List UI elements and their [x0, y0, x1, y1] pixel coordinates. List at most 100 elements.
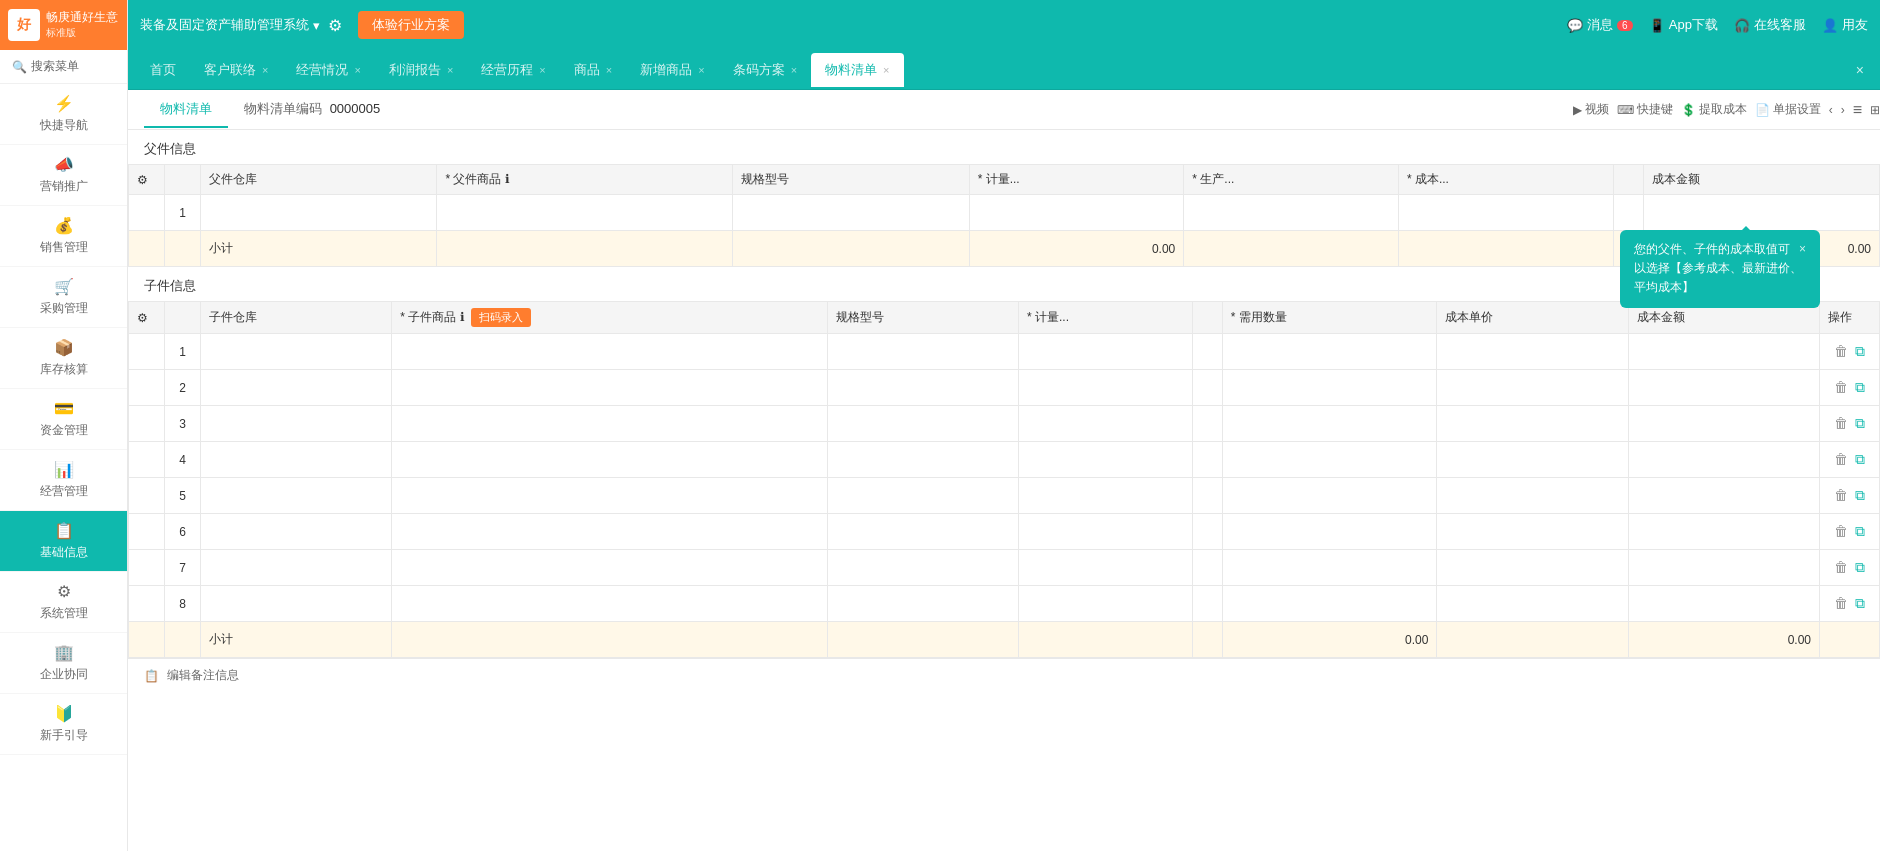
copy-icon-1[interactable]: ⧉ [1855, 343, 1865, 359]
child-row2-goods[interactable] [392, 370, 828, 406]
parent-row1-unit[interactable] [969, 195, 1184, 231]
nav-next-icon[interactable]: › [1841, 103, 1845, 117]
settings-icon[interactable]: ⚙ [328, 16, 342, 35]
child-row3-spec[interactable] [827, 406, 1018, 442]
child-row3-warehouse[interactable] [201, 406, 392, 442]
child-row7-spec[interactable] [827, 550, 1018, 586]
delete-icon-8[interactable]: 🗑 [1834, 595, 1848, 611]
child-row7-qty[interactable] [1222, 550, 1437, 586]
delete-icon-7[interactable]: 🗑 [1834, 559, 1848, 575]
child-row8-unit[interactable] [1019, 586, 1193, 622]
child-row1-price[interactable] [1437, 334, 1628, 370]
sidebar-item-marketing[interactable]: 📣 营销推广 [0, 145, 127, 206]
online-service-item[interactable]: 🎧 在线客服 [1734, 16, 1806, 34]
child-row8-goods[interactable] [392, 586, 828, 622]
tooltip-close-btn[interactable]: × [1799, 240, 1806, 259]
sidebar-search[interactable]: 🔍 搜索菜单 [0, 50, 127, 84]
child-row4-unit[interactable] [1019, 442, 1193, 478]
system-dropdown-icon[interactable]: ▾ [313, 18, 320, 33]
child-row5-spec[interactable] [827, 478, 1018, 514]
child-row2-qty[interactable] [1222, 370, 1437, 406]
app-download-item[interactable]: 📱 App下载 [1649, 16, 1718, 34]
child-row7-price[interactable] [1437, 550, 1628, 586]
single-settings-btn[interactable]: 📄 单据设置 [1755, 101, 1821, 118]
child-row8-qty[interactable] [1222, 586, 1437, 622]
tab-goods-close[interactable]: × [606, 64, 612, 76]
sub-tab-bom-code[interactable]: 物料清单编码 0000005 [228, 92, 396, 128]
tab-newgoods-close[interactable]: × [698, 64, 704, 76]
copy-icon-6[interactable]: ⧉ [1855, 523, 1865, 539]
child-row1-unit[interactable] [1019, 334, 1193, 370]
tab-home[interactable]: 首页 [136, 53, 190, 87]
copy-icon-3[interactable]: ⧉ [1855, 415, 1865, 431]
sidebar-item-purchase[interactable]: 🛒 采购管理 [0, 267, 127, 328]
parent-row1-cost[interactable] [1398, 195, 1613, 231]
child-row1-spec[interactable] [827, 334, 1018, 370]
delete-icon-4[interactable]: 🗑 [1834, 451, 1848, 467]
tab-barcode-close[interactable]: × [791, 64, 797, 76]
child-row8-warehouse[interactable] [201, 586, 392, 622]
tab-history-close[interactable]: × [539, 64, 545, 76]
child-row1-qty[interactable] [1222, 334, 1437, 370]
child-row2-unit[interactable] [1019, 370, 1193, 406]
copy-icon-8[interactable]: ⧉ [1855, 595, 1865, 611]
child-row6-goods[interactable] [392, 514, 828, 550]
copy-icon-7[interactable]: ⧉ [1855, 559, 1865, 575]
child-row5-goods[interactable] [392, 478, 828, 514]
scan-button[interactable]: 扫码录入 [471, 308, 531, 327]
child-row2-price[interactable] [1437, 370, 1628, 406]
parent-row1-production[interactable] [1184, 195, 1399, 231]
delete-icon-3[interactable]: 🗑 [1834, 415, 1848, 431]
expand-icon[interactable]: ⊞ [1870, 103, 1880, 117]
tab-operation[interactable]: 经营情况 × [282, 53, 374, 87]
sidebar-item-sales[interactable]: 💰 销售管理 [0, 206, 127, 267]
child-row4-qty[interactable] [1222, 442, 1437, 478]
child-row2-warehouse[interactable] [201, 370, 392, 406]
child-row5-qty[interactable] [1222, 478, 1437, 514]
child-row6-price[interactable] [1437, 514, 1628, 550]
view-video-btn[interactable]: ▶ 视频 [1573, 101, 1609, 118]
child-row4-price[interactable] [1437, 442, 1628, 478]
sidebar-item-system[interactable]: ⚙ 系统管理 [0, 572, 127, 633]
sub-tab-bom-list[interactable]: 物料清单 [144, 92, 228, 128]
copy-icon-5[interactable]: ⧉ [1855, 487, 1865, 503]
copy-icon-2[interactable]: ⧉ [1855, 379, 1865, 395]
child-row8-spec[interactable] [827, 586, 1018, 622]
grid-view-icon[interactable]: ≡ [1853, 101, 1862, 119]
parent-col-settings[interactable]: ⚙ [129, 165, 165, 195]
child-row6-qty[interactable] [1222, 514, 1437, 550]
child-row6-warehouse[interactable] [201, 514, 392, 550]
user-item[interactable]: 👤 用友 [1822, 16, 1868, 34]
child-row7-unit[interactable] [1019, 550, 1193, 586]
close-all-tabs[interactable]: × [1848, 58, 1872, 82]
nav-prev-icon[interactable]: ‹ [1829, 103, 1833, 117]
child-row4-spec[interactable] [827, 442, 1018, 478]
child-row4-goods[interactable] [392, 442, 828, 478]
child-row7-goods[interactable] [392, 550, 828, 586]
delete-icon-6[interactable]: 🗑 [1834, 523, 1848, 539]
child-row5-unit[interactable] [1019, 478, 1193, 514]
messages-item[interactable]: 💬 消息 6 [1567, 16, 1633, 34]
delete-icon-2[interactable]: 🗑 [1834, 379, 1848, 395]
tab-bom-close[interactable]: × [883, 64, 889, 76]
tab-operation-close[interactable]: × [354, 64, 360, 76]
sidebar-item-inventory[interactable]: 📦 库存核算 [0, 328, 127, 389]
delete-icon-1[interactable]: 🗑 [1834, 343, 1848, 359]
sidebar-item-guide[interactable]: 🔰 新手引导 [0, 694, 127, 755]
child-row5-warehouse[interactable] [201, 478, 392, 514]
tab-bom[interactable]: 物料清单 × [811, 53, 903, 87]
child-row3-goods[interactable] [392, 406, 828, 442]
sidebar-item-enterprise[interactable]: 🏢 企业协同 [0, 633, 127, 694]
tab-newgoods[interactable]: 新增商品 × [626, 53, 718, 87]
child-row8-price[interactable] [1437, 586, 1628, 622]
tab-customer-close[interactable]: × [262, 64, 268, 76]
child-row4-warehouse[interactable] [201, 442, 392, 478]
child-row7-warehouse[interactable] [201, 550, 392, 586]
child-row6-spec[interactable] [827, 514, 1018, 550]
delete-icon-5[interactable]: 🗑 [1834, 487, 1848, 503]
parent-row1-spec[interactable] [733, 195, 969, 231]
tab-barcode[interactable]: 条码方案 × [719, 53, 811, 87]
sidebar-item-operation[interactable]: 📊 经营管理 [0, 450, 127, 511]
parent-row1-goods[interactable] [437, 195, 733, 231]
trial-button[interactable]: 体验行业方案 [358, 11, 464, 39]
